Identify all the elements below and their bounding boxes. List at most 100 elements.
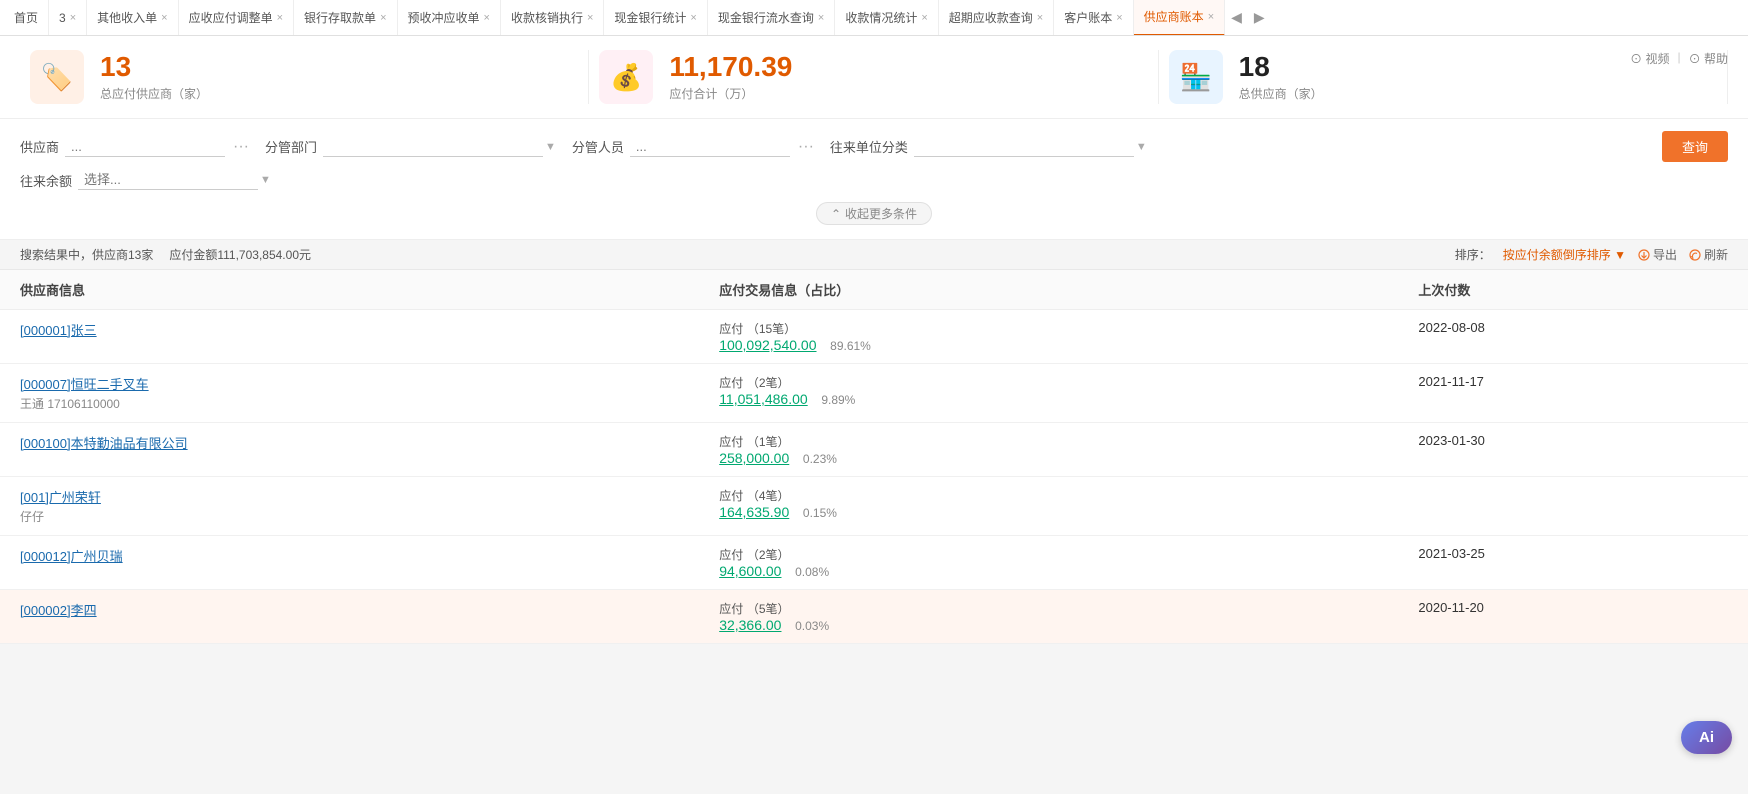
export-button[interactable]: 导出 — [1638, 246, 1677, 263]
tx-amount[interactable]: 32,366.00 — [719, 617, 781, 633]
supplier-table: 供应商信息 应付交易信息（占比） 上次付数 [000001]张三 应付 （15笔… — [0, 270, 1748, 644]
tx-amount[interactable]: 100,092,540.00 — [719, 337, 816, 353]
tx-amount[interactable]: 164,635.90 — [719, 504, 789, 520]
export-label: 导出 — [1653, 246, 1677, 263]
sort-value-text: 按应付余额倒序排序 — [1503, 248, 1611, 262]
empty-cell — [1311, 536, 1398, 590]
tx-info-cell: 应付 （15笔） 100,092,540.00 89.61% — [699, 310, 1311, 364]
tx-label-row: 应付 （4笔） — [719, 487, 1291, 504]
supplier-info-cell: [000012]广州贝瑞 — [0, 536, 699, 590]
collapse-button[interactable]: ⌃ 收起更多条件 — [816, 202, 932, 225]
nav-tab-customer-ledger[interactable]: 客户账本 × — [1054, 0, 1133, 36]
nav-tab-supplier-ledger-close[interactable]: × — [1208, 11, 1214, 23]
supplier-info-cell: [001]广州荣轩 仔仔 — [0, 477, 699, 536]
category-input[interactable] — [914, 137, 1134, 157]
nav-tab-home-label: 首页 — [14, 9, 38, 26]
tx-type-label: 应付 — [719, 376, 743, 390]
help-link[interactable]: ⊙ 帮助 — [1689, 50, 1728, 67]
person-input[interactable] — [630, 137, 790, 157]
supplier-dots-icon[interactable]: ··· — [233, 138, 249, 156]
supplier-input[interactable] — [65, 137, 225, 157]
amount-icon: 💰 — [599, 50, 653, 104]
result-bar-left: 搜索结果中，供应商13家 应付金额111,703,854.00元 — [20, 246, 311, 263]
supplier-count-text: 搜索结果中，供应商13家 — [20, 246, 153, 263]
total-suppliers-value: 18 — [1239, 52, 1323, 83]
refresh-label: 刷新 — [1704, 246, 1728, 263]
table-row: [001]广州荣轩 仔仔 应付 （4笔） 164,635.90 0.15% — [0, 477, 1748, 536]
nav-tab-ar-ap-adjust[interactable]: 应收应付调整单 × — [179, 0, 294, 36]
link-separator: | — [1678, 50, 1681, 67]
nav-tab-cash-bank-stat-close[interactable]: × — [690, 12, 696, 24]
nav-tab-home[interactable]: 首页 — [4, 0, 49, 36]
tx-label-row: 应付 （15笔） — [719, 320, 1291, 337]
balance-dropdown-icon[interactable]: ▼ — [260, 174, 271, 186]
nav-tab-other-income-close[interactable]: × — [161, 12, 167, 24]
table-row: [000002]李四 应付 （5笔） 32,366.00 0.03% 2020-… — [0, 590, 1748, 644]
nav-tab-overdue-ar-close[interactable]: × — [1037, 12, 1043, 24]
total-payable-suppliers-label: 总应付供应商（家） — [100, 85, 208, 102]
dept-input[interactable] — [323, 137, 543, 157]
ai-button[interactable]: Ai — [1681, 721, 1732, 754]
total-payable-suppliers-value: 13 — [100, 52, 208, 83]
balance-input[interactable] — [78, 170, 258, 190]
video-link[interactable]: ⊙ 视频 — [1630, 50, 1669, 67]
last-payment-cell: 2021-03-25 — [1398, 536, 1748, 590]
summary-bar: 🏷️ 13 总应付供应商（家） 💰 11,170.39 应付合计（万） 🏪 18… — [0, 36, 1748, 119]
nav-tab-prepay-offset-close[interactable]: × — [484, 12, 490, 24]
tx-amount-row: 94,600.00 0.08% — [719, 563, 1291, 579]
supplier-sub-info: 王通 17106110000 — [20, 395, 679, 412]
supplier-link[interactable]: [000002]李四 — [20, 600, 679, 619]
nav-next-arrow[interactable]: ▶ — [1248, 9, 1271, 26]
nav-tab-ar-ap-adjust-close[interactable]: × — [277, 12, 283, 24]
top-right-links: ⊙ 视频 | ⊙ 帮助 — [1630, 50, 1728, 67]
suppliers-icon: 🏷️ — [30, 50, 84, 104]
tx-amount-row: 11,051,486.00 9.89% — [719, 391, 1291, 407]
tx-amount-row: 32,366.00 0.03% — [719, 617, 1291, 633]
nav-tab-receipt-stat-close[interactable]: × — [921, 12, 927, 24]
nav-tab-cash-flow-query[interactable]: 现金银行流水查询 × — [708, 0, 835, 36]
search-button[interactable]: 查询 — [1662, 131, 1728, 162]
nav-tab-other-income[interactable]: 其他收入单 × — [87, 0, 178, 36]
supplier-link[interactable]: [000001]张三 — [20, 320, 679, 339]
nav-tab-cash-flow-query-close[interactable]: × — [818, 12, 824, 24]
nav-tab-customer-ledger-close[interactable]: × — [1116, 12, 1122, 24]
tx-amount[interactable]: 11,051,486.00 — [719, 391, 808, 407]
tx-count-label: （2笔） — [747, 376, 790, 390]
nav-tab-receipt-verify-close[interactable]: × — [587, 12, 593, 24]
supplier-link[interactable]: [001]广州荣轩 — [20, 487, 679, 506]
nav-tab-receipt-verify[interactable]: 收款核销执行 × — [501, 0, 604, 36]
nav-tab-receipt-verify-label: 收款核销执行 — [511, 9, 583, 26]
empty-cell — [1311, 590, 1398, 644]
refresh-button[interactable]: 刷新 — [1689, 246, 1728, 263]
balance-filter: 往来余额 ▼ — [20, 170, 271, 190]
supplier-link[interactable]: [000007]恒旺二手叉车 — [20, 374, 679, 393]
nav-tab-other-income-label: 其他收入单 — [97, 9, 157, 26]
nav-tab-3-close[interactable]: × — [70, 12, 76, 24]
tx-percent: 0.23% — [803, 452, 837, 466]
tx-info-cell: 应付 （4笔） 164,635.90 0.15% — [699, 477, 1311, 536]
nav-tab-bank-deposit[interactable]: 银行存取款单 × — [294, 0, 397, 36]
nav-tab-bank-deposit-close[interactable]: × — [380, 12, 386, 24]
supplier-link[interactable]: [000012]广州贝瑞 — [20, 546, 679, 565]
last-payment-cell: 2023-01-30 — [1398, 423, 1748, 477]
filter-row-2: 往来余额 ▼ — [20, 170, 1728, 190]
category-filter: 往来单位分类 ▼ — [830, 137, 1147, 157]
tx-amount[interactable]: 258,000.00 — [719, 450, 789, 466]
nav-tab-prepay-offset[interactable]: 预收冲应收单 × — [398, 0, 501, 36]
store-icon: 🏪 — [1169, 50, 1223, 104]
tx-amount[interactable]: 94,600.00 — [719, 563, 781, 579]
nav-prev-arrow[interactable]: ◀ — [1225, 9, 1248, 26]
supplier-link[interactable]: [000100]本特勤油品有限公司 — [20, 433, 679, 452]
person-dots-icon[interactable]: ··· — [798, 138, 814, 156]
category-dropdown-icon[interactable]: ▼ — [1136, 141, 1147, 153]
sort-select[interactable]: 按应付余额倒序排序 ▼ — [1503, 246, 1626, 263]
nav-tab-receipt-stat[interactable]: 收款情况统计 × — [835, 0, 938, 36]
nav-tab-overdue-ar[interactable]: 超期应收款查询 × — [939, 0, 1054, 36]
nav-tab-3[interactable]: 3 × — [49, 0, 87, 36]
last-payment-date: 2023-01-30 — [1418, 433, 1485, 448]
dept-dropdown-icon[interactable]: ▼ — [545, 141, 556, 153]
nav-tab-cash-bank-stat[interactable]: 现金银行统计 × — [604, 0, 707, 36]
nav-tab-supplier-ledger[interactable]: 供应商账本 × — [1134, 0, 1225, 36]
tx-count-label: （5笔） — [747, 602, 790, 616]
nav-tab-overdue-ar-label: 超期应收款查询 — [949, 9, 1033, 26]
